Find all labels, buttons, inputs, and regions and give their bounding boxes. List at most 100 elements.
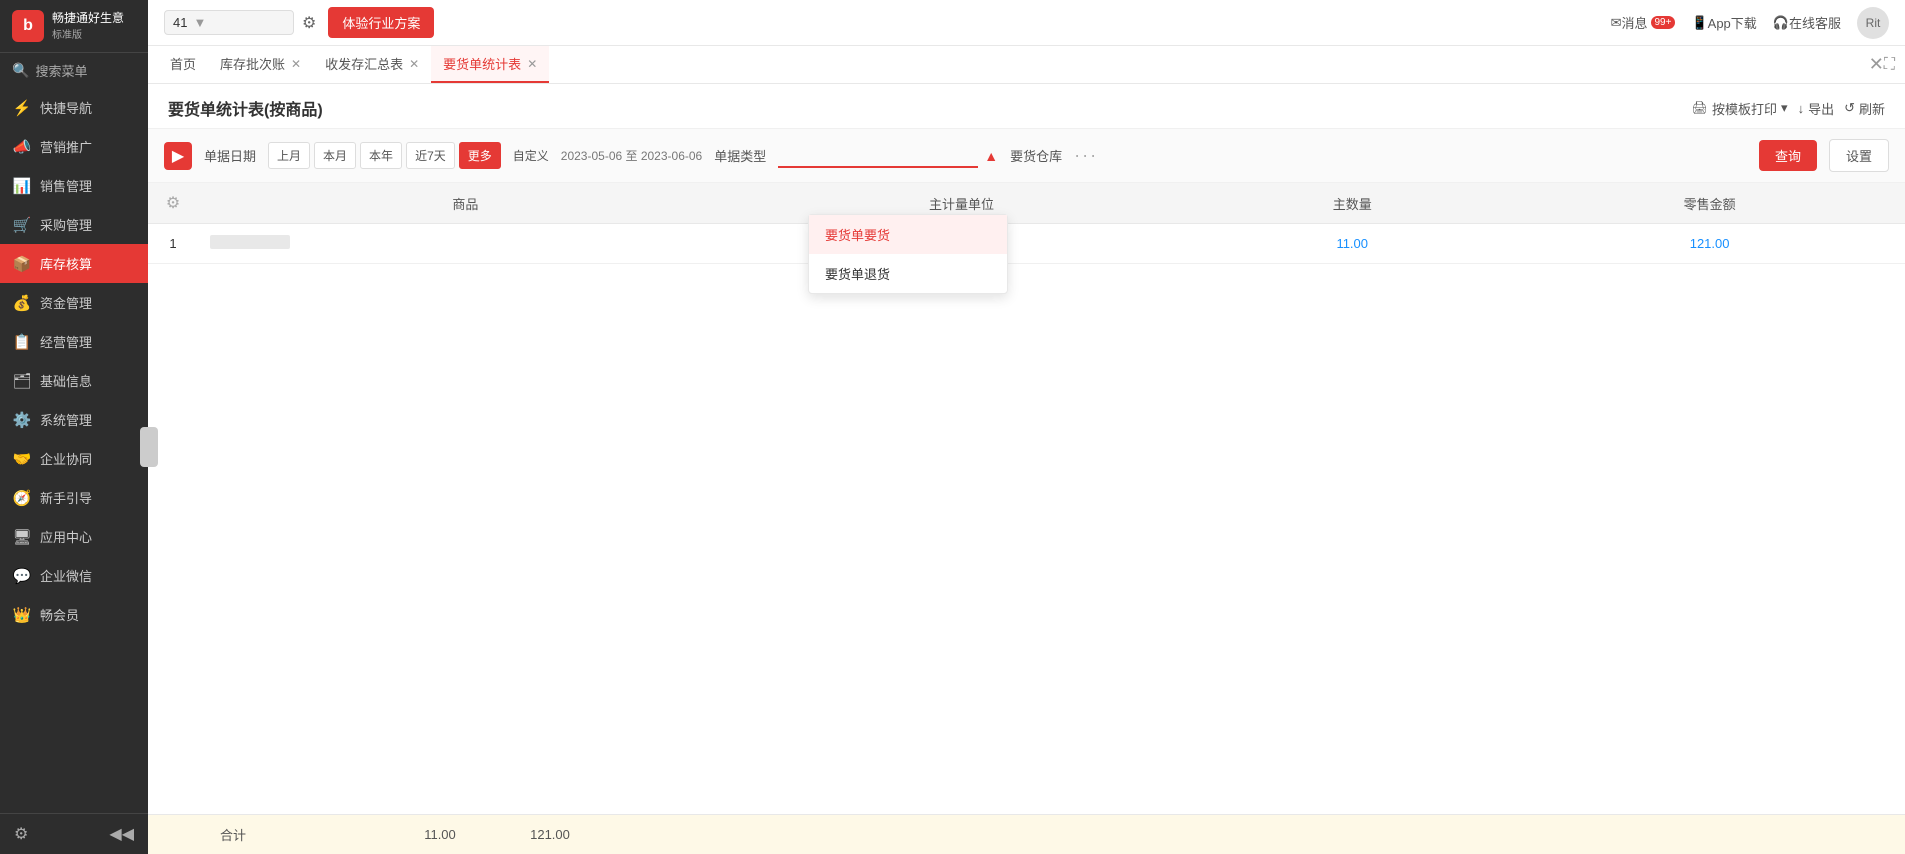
date-filter-label: 单据日期	[204, 146, 256, 165]
page-content: 要货单统计表(按商品) 🖨 按模板打印 ▾ ↓ 导出 ↺ 刷新 ▶	[148, 84, 1905, 854]
sidebar-item-purchase[interactable]: 🛒 采购管理	[0, 205, 148, 244]
product-placeholder	[210, 235, 290, 249]
type-filter-chevron-icon[interactable]: ▲	[984, 148, 998, 164]
print-label: 按模板打印	[1712, 99, 1777, 118]
tab-close-order-stat[interactable]: ✕	[527, 57, 537, 71]
tab-close-receive[interactable]: ✕	[409, 57, 419, 71]
th-gear: ⚙	[148, 183, 198, 224]
refresh-label: 刷新	[1859, 99, 1885, 118]
dropdown-item-order[interactable]: 要货单要货	[809, 215, 1007, 254]
tab-receive[interactable]: 收发存汇总表✕	[313, 46, 431, 83]
sidebar-item-newbie[interactable]: 🧭 新手引导	[0, 478, 148, 517]
td-no: 1	[148, 224, 198, 264]
th-product: 商品	[198, 183, 733, 224]
tab-batch[interactable]: 库存批次账✕	[208, 46, 313, 83]
td-amount[interactable]: 121.00	[1514, 224, 1905, 264]
message-icon: ✉	[1611, 15, 1622, 31]
footer-qty: 11.00	[380, 827, 500, 842]
sidebar-label-finance: 资金管理	[40, 293, 92, 312]
warehouse-more-icon[interactable]: ···	[1074, 145, 1098, 166]
tab-order-stat[interactable]: 要货单统计表 ✕	[431, 46, 549, 83]
sidebar-item-member[interactable]: 👑 畅会员	[0, 595, 148, 634]
date-btn-this-month[interactable]: 本月	[314, 142, 356, 169]
table-body: 1 块 11.00 121.00	[148, 224, 1905, 264]
sidebar-item-inventory[interactable]: 📦 库存核算	[0, 244, 148, 283]
customer-service-button[interactable]: 🎧 在线客服	[1773, 13, 1841, 32]
filter-expand-button[interactable]: ▶	[164, 142, 192, 170]
sidebar-item-marketing[interactable]: 📣 营销推广	[0, 127, 148, 166]
dropdown-item-return[interactable]: 要货单退货	[809, 254, 1007, 293]
sidebar-item-quick-nav[interactable]: ⚡ 快捷导航	[0, 88, 148, 127]
topbar: 41 ▼ ⚙ 体验行业方案 ✉ 消息 99+ 📱 App下载 🎧 在线客服 Ri…	[148, 0, 1905, 46]
export-button[interactable]: ↓ 导出	[1798, 99, 1835, 118]
store-selector[interactable]: 41 ▼	[164, 10, 294, 35]
type-filter-input[interactable]	[778, 143, 978, 168]
sidebar-item-enterprise[interactable]: 🤝 企业协同	[0, 439, 148, 478]
sidebar-label-quick-nav: 快捷导航	[40, 98, 92, 117]
sidebar-label-member: 畅会员	[40, 605, 79, 624]
sidebar-bottom: ⚙ ◀◀	[0, 813, 148, 854]
sidebar-icon-finance: 💰	[12, 294, 32, 312]
sidebar-icon-purchase: 🛒	[12, 216, 32, 234]
date-btn-7days[interactable]: 近7天	[406, 142, 455, 169]
sidebar-label-basic: 基础信息	[40, 371, 92, 390]
sidebar-item-basic[interactable]: 🗂 基础信息	[0, 361, 148, 400]
date-btn-this-year[interactable]: 本年	[360, 142, 402, 169]
sidebar-icon-system: ⚙️	[12, 411, 32, 429]
sidebar-collapse-icon[interactable]: ◀◀	[109, 824, 134, 844]
date-btn-custom[interactable]: 自定义	[505, 143, 557, 168]
sidebar-label-sales: 销售管理	[40, 176, 92, 195]
trial-button[interactable]: 体验行业方案	[328, 7, 434, 38]
sidebar-icon-operation: 📋	[12, 333, 32, 351]
query-button[interactable]: 查询	[1759, 140, 1817, 171]
app-label: App下载	[1708, 13, 1757, 32]
service-icon: 🎧	[1773, 15, 1789, 31]
td-qty[interactable]: 11.00	[1190, 224, 1514, 264]
sidebar-icon-quick-nav: ⚡	[12, 99, 32, 117]
app-name: 畅捷通好生意	[52, 11, 124, 27]
sidebar-settings-icon[interactable]: ⚙	[14, 824, 28, 844]
sidebar-item-system[interactable]: ⚙️ 系统管理	[0, 400, 148, 439]
date-btn-last-month[interactable]: 上月	[268, 142, 310, 169]
data-table: ⚙ 商品 主计量单位 主数量 零售金额 1 块 11.00 121.00	[148, 183, 1905, 264]
table-row: 1 块 11.00 121.00	[148, 224, 1905, 264]
settings-button[interactable]: 设置	[1829, 139, 1889, 172]
sidebar-item-operation[interactable]: 📋 经营管理	[0, 322, 148, 361]
sidebar-label-purchase: 采购管理	[40, 215, 92, 234]
tab-label-home: 首页	[170, 54, 196, 73]
sidebar-item-finance[interactable]: 💰 资金管理	[0, 283, 148, 322]
sidebar-collapse-handle[interactable]: ▶	[140, 427, 158, 467]
topbar-gear-icon[interactable]: ⚙	[302, 13, 316, 33]
th-qty: 主数量	[1190, 183, 1514, 224]
tabbar-close-icon[interactable]: ✕	[1869, 54, 1884, 75]
user-avatar[interactable]: Rit	[1857, 7, 1889, 39]
sidebar-item-wechat[interactable]: 💬 企业微信	[0, 556, 148, 595]
message-button[interactable]: ✉ 消息 99+	[1611, 13, 1676, 32]
sidebar-label-appstore: 应用中心	[40, 527, 92, 546]
type-dropdown: 要货单要货 要货单退货	[808, 214, 1008, 294]
tabbar-expand-icon[interactable]: ⛶	[1884, 56, 1895, 74]
sidebar-item-appstore[interactable]: 🖥 应用中心	[0, 517, 148, 556]
sidebar-icon-sales: 📊	[12, 177, 32, 195]
sidebar-label-enterprise: 企业协同	[40, 449, 92, 468]
sidebar-icon-basic: 🗂	[12, 372, 32, 390]
sidebar-search[interactable]: 🔍 搜索菜单	[0, 53, 148, 88]
sidebar-icon-inventory: 📦	[12, 255, 32, 273]
tab-home[interactable]: 首页	[158, 46, 208, 83]
th-amount: 零售金额	[1514, 183, 1905, 224]
sidebar-item-sales[interactable]: 📊 销售管理	[0, 166, 148, 205]
tabbar-actions: ✕ ⛶	[1863, 54, 1895, 75]
filter-bar: ▶ 单据日期 上月 本月 本年 近7天 更多 自定义 2023-05-06 至 …	[148, 129, 1905, 183]
tab-label-order-stat: 要货单统计表	[443, 54, 521, 73]
warehouse-filter-group: ···	[1074, 145, 1098, 166]
search-icon: 🔍	[12, 62, 29, 79]
app-download-button[interactable]: 📱 App下载	[1691, 13, 1756, 32]
print-chevron-icon: ▾	[1781, 100, 1788, 116]
refresh-button[interactable]: ↺ 刷新	[1844, 99, 1885, 118]
sidebar-icon-appstore: 🖥	[12, 528, 32, 546]
table-settings-icon[interactable]: ⚙	[166, 195, 180, 212]
tab-close-batch[interactable]: ✕	[291, 57, 301, 71]
print-template-button[interactable]: 🖨 按模板打印 ▾	[1692, 99, 1788, 118]
sidebar: b 畅捷通好生意 标准版 🔍 搜索菜单 ⚡ 快捷导航 📣 营销推广 📊 销售管理…	[0, 0, 148, 854]
date-btn-more[interactable]: 更多	[459, 142, 501, 169]
